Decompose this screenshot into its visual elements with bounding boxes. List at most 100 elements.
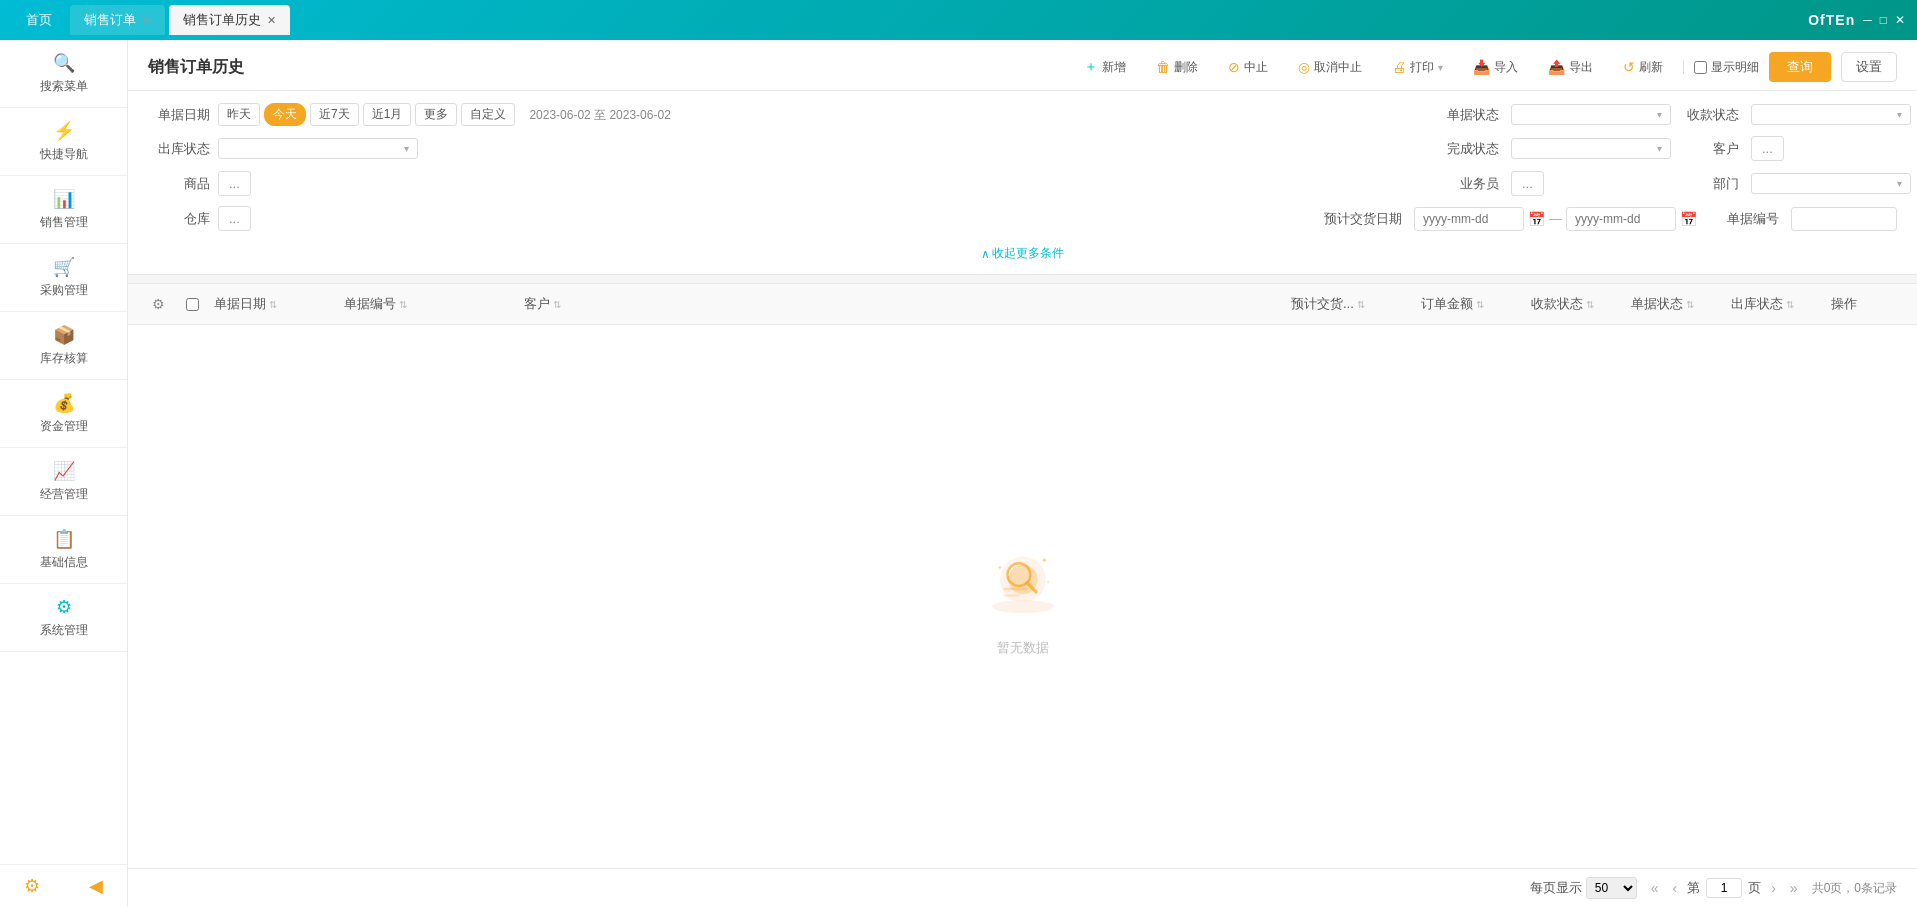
sort-delivery-icon: ⇅ [1357, 299, 1365, 310]
order-no-input[interactable] [1791, 207, 1897, 231]
delete-button[interactable]: 🗑 删除 [1146, 55, 1208, 80]
per-page-dropdown[interactable]: 50 100 200 [1586, 877, 1637, 899]
sidebar-item-label: 销售管理 [40, 214, 88, 231]
sales-mgmt-icon: 📊 [53, 188, 75, 210]
tab-home[interactable]: 首页 [12, 5, 66, 35]
date-field: 昨天 今天 近7天 近1月 更多 自定义 2023-06-02 至 2023-0… [218, 103, 1437, 126]
sidebar-item-sales-mgmt[interactable]: 📊 销售管理 [0, 176, 127, 244]
salesperson-select-btn[interactable]: ... [1511, 171, 1544, 196]
sidebar-item-capital-mgmt[interactable]: 💰 资金管理 [0, 380, 127, 448]
prev-page-btn[interactable]: ‹ [1669, 878, 1682, 898]
sort-out-status-icon: ⇅ [1786, 299, 1794, 310]
top-bar: 首页 销售订单 ✕ 销售订单历史 ✕ OfTEn ─ □ ✕ [0, 0, 1917, 40]
svg-text:✦: ✦ [1041, 556, 1048, 565]
th-delivery[interactable]: 预计交货... ⇅ [1285, 295, 1415, 313]
th-order-status[interactable]: 单据状态 ⇅ [1625, 295, 1725, 313]
payment-status-label: 收款状态 [1677, 106, 1747, 124]
tab-sales-history[interactable]: 销售订单历史 ✕ [169, 5, 290, 35]
th-out-status[interactable]: 出库状态 ⇅ [1725, 295, 1825, 313]
delivery-date-from-input[interactable] [1414, 207, 1524, 231]
sort-order-status-icon: ⇅ [1686, 299, 1694, 310]
total-info: 共0页，0条记录 [1812, 880, 1897, 897]
delivery-date-from-calendar-icon[interactable]: 📅 [1528, 211, 1545, 227]
date-range-dash: — [1549, 211, 1562, 226]
collapse-up-icon: ∧ [981, 247, 990, 261]
th-number[interactable]: 单据编号 ⇅ [338, 295, 518, 313]
collapse-row[interactable]: ∧ 收起更多条件 [148, 241, 1897, 262]
th-date[interactable]: 单据日期 ⇅ [208, 295, 338, 313]
warehouse-field: ... [218, 206, 1304, 231]
search-menu-icon: 🔍 [53, 52, 75, 74]
maximize-btn[interactable]: □ [1880, 13, 1887, 27]
refresh-button[interactable]: ↺ 刷新 [1613, 55, 1673, 80]
export-button[interactable]: 📤 导出 [1538, 55, 1603, 80]
svg-rect-6 [1003, 594, 1019, 596]
delivery-date-to-calendar-icon[interactable]: 📅 [1680, 211, 1697, 227]
next-page-btn[interactable]: › [1767, 878, 1780, 898]
sidebar-settings-icon[interactable]: ⚙ [24, 875, 40, 897]
sidebar-item-quick-nav[interactable]: ⚡ 快捷导航 [0, 108, 127, 176]
export-icon: 📤 [1548, 59, 1565, 75]
stop-button[interactable]: ⊘ 中止 [1218, 55, 1278, 80]
out-status-select[interactable]: ▾ [218, 138, 418, 159]
salesperson-label: 业务员 [1437, 175, 1507, 193]
delivery-date-to-input[interactable] [1566, 207, 1676, 231]
product-label: 商品 [148, 175, 218, 193]
new-button[interactable]: ＋ 新增 [1074, 54, 1136, 80]
content-area: 销售订单历史 ＋ 新增 🗑 删除 ⊘ 中止 ◎ 取消中止 [128, 40, 1917, 907]
close-sales-order-tab[interactable]: ✕ [142, 14, 151, 27]
import-button[interactable]: 📥 导入 [1463, 55, 1528, 80]
order-status-select[interactable]: ▾ [1511, 104, 1671, 125]
date-btn-last7[interactable]: 近7天 [310, 103, 359, 126]
delivery-date-label: 预计交货日期 [1324, 210, 1410, 228]
date-range-display: 2023-06-02 至 2023-06-02 [529, 107, 670, 124]
complete-status-select[interactable]: ▾ [1511, 138, 1671, 159]
query-button[interactable]: 查询 [1769, 52, 1831, 82]
th-checkbox[interactable] [176, 298, 208, 311]
page-number-input[interactable] [1706, 878, 1742, 898]
date-btn-custom[interactable]: 自定义 [461, 103, 515, 126]
sidebar-item-inventory[interactable]: 📦 库存核算 [0, 312, 127, 380]
tab-sales-order[interactable]: 销售订单 ✕ [70, 5, 165, 35]
print-arrow-icon: ▾ [1438, 62, 1443, 73]
date-btn-last1m[interactable]: 近1月 [363, 103, 412, 126]
sidebar-item-system-mgmt[interactable]: ⚙ 系统管理 [0, 584, 127, 652]
setting-button[interactable]: 设置 [1841, 52, 1897, 82]
sidebar-item-basic-info[interactable]: 📋 基础信息 [0, 516, 127, 584]
sidebar-item-purchase-mgmt[interactable]: 🛒 采购管理 [0, 244, 127, 312]
order-no-label: 单据编号 [1717, 210, 1787, 228]
date-btn-more[interactable]: 更多 [415, 103, 457, 126]
minimize-btn[interactable]: ─ [1863, 13, 1872, 27]
table-header: ⚙ 单据日期 ⇅ 单据编号 ⇅ 客户 ⇅ 预计交货... [128, 283, 1917, 325]
th-pay-status[interactable]: 收款状态 ⇅ [1525, 295, 1625, 313]
th-settings-btn[interactable]: ⚙ [140, 296, 176, 312]
payment-status-select[interactable]: ▾ [1751, 104, 1911, 125]
filter-row-2: 出库状态 ▾ 完成状态 ▾ 客户 ... [148, 136, 1897, 161]
print-button[interactable]: 🖨 打印 ▾ [1382, 55, 1453, 80]
cancel-stop-button[interactable]: ◎ 取消中止 [1288, 55, 1372, 80]
empty-state-icon: ✦ ✦ ✦ [973, 537, 1073, 627]
quick-nav-icon: ⚡ [53, 120, 75, 142]
date-btn-today[interactable]: 今天 [264, 103, 306, 126]
select-all-checkbox[interactable] [186, 298, 199, 311]
first-page-btn[interactable]: « [1647, 878, 1663, 898]
date-btn-yesterday[interactable]: 昨天 [218, 103, 260, 126]
delete-icon: 🗑 [1156, 59, 1170, 75]
warehouse-select-btn[interactable]: ... [218, 206, 251, 231]
close-sales-history-tab[interactable]: ✕ [267, 14, 276, 27]
customer-select-btn[interactable]: ... [1751, 136, 1784, 161]
th-customer[interactable]: 客户 ⇅ [518, 295, 1285, 313]
dept-select[interactable]: ▾ [1751, 173, 1911, 194]
sidebar-item-operations-mgmt[interactable]: 📈 经营管理 [0, 448, 127, 516]
th-amount[interactable]: 订单金额 ⇅ [1415, 295, 1525, 313]
filter-row-4: 仓库 ... 预计交货日期 📅 — 📅 [148, 206, 1897, 231]
product-select-btn[interactable]: ... [218, 171, 251, 196]
top-bar-right: OfTEn ─ □ ✕ [1808, 12, 1905, 28]
brand-text: OfTEn [1808, 12, 1855, 28]
display-cols-toggle[interactable]: 显示明细 [1694, 59, 1759, 76]
sidebar-collapse-icon[interactable]: ◀ [89, 875, 103, 897]
sidebar-item-search-menu[interactable]: 🔍 搜索菜单 [0, 40, 127, 108]
last-page-btn[interactable]: » [1786, 878, 1802, 898]
close-app-btn[interactable]: ✕ [1895, 13, 1905, 27]
display-cols-checkbox[interactable] [1694, 61, 1707, 74]
